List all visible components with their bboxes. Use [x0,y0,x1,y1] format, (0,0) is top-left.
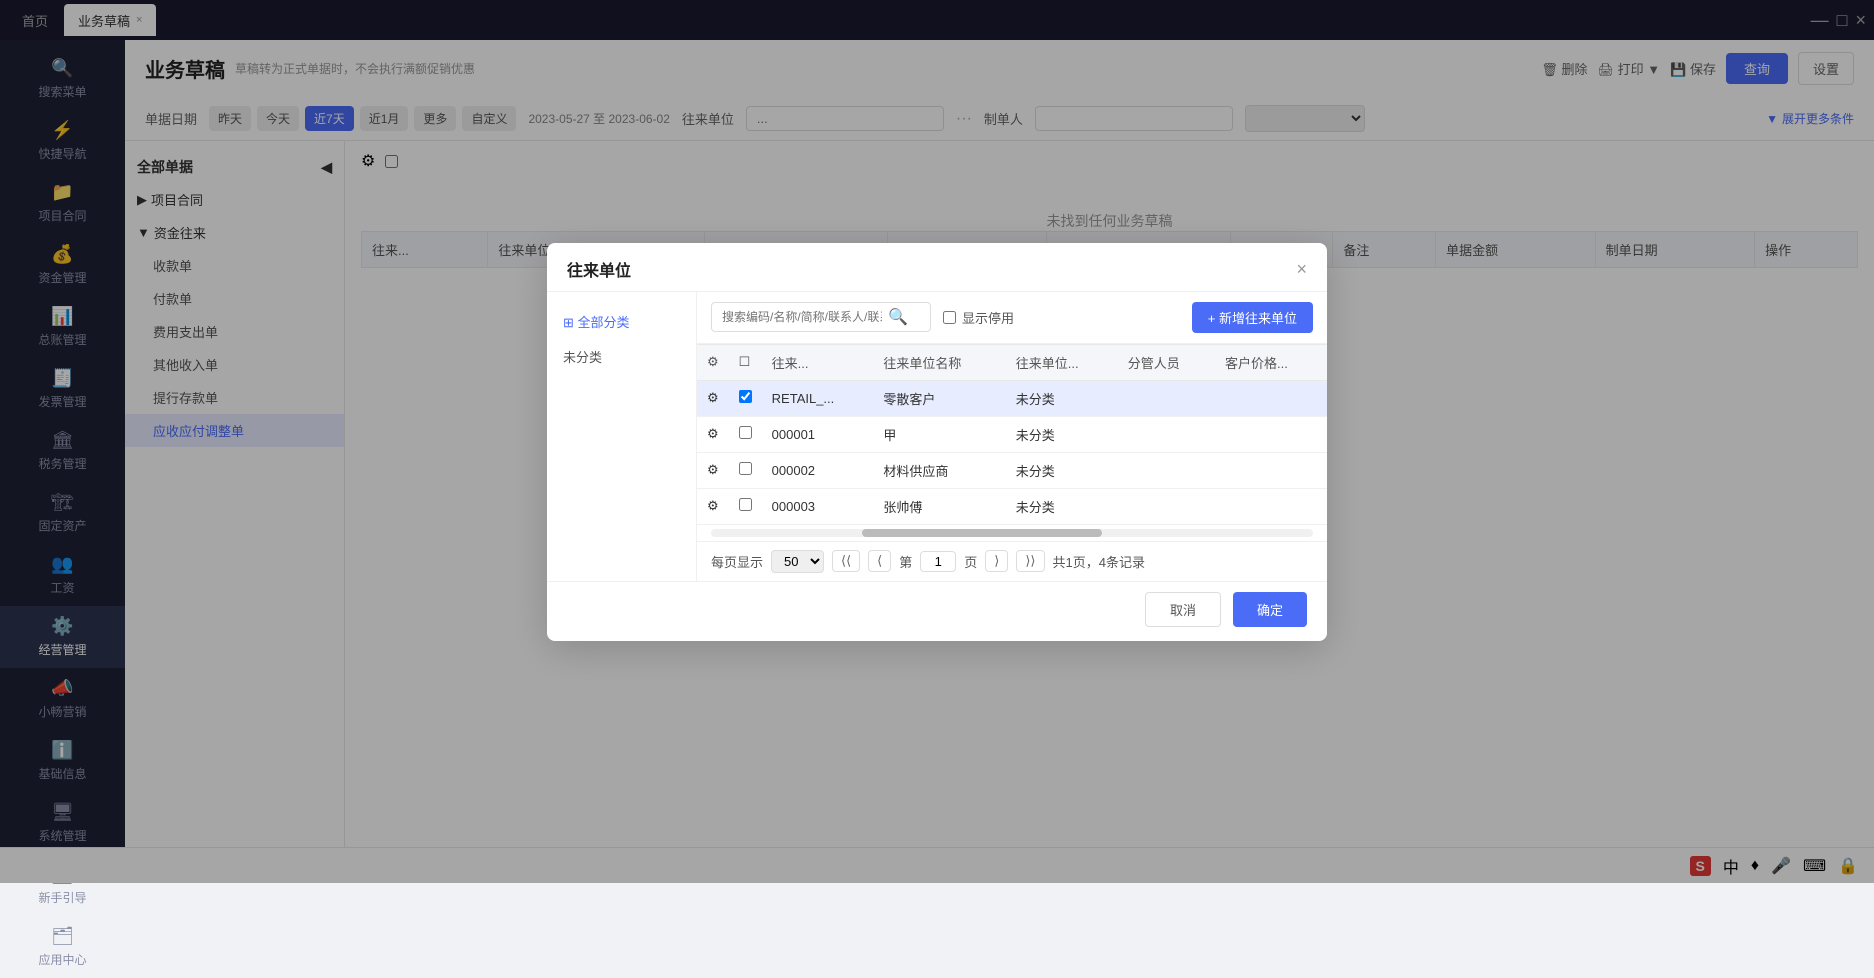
col-party-code: 往来... [762,344,874,380]
row-name: 张帅傅 [873,488,1005,524]
party-table: ⚙ ☐ 往来... 往来单位名称 往来单位... 分管人员 客户价格... ⚙ [697,344,1327,525]
app-center-icon: 🗂 [51,926,74,947]
sidebar-item-app-center[interactable]: 🗂 应用中心 [0,916,125,978]
row-settings[interactable]: ⚙ [697,452,729,488]
col-check: ☐ [729,344,762,380]
row-settings[interactable]: ⚙ [697,380,729,416]
cancel-button[interactable]: 取消 [1145,592,1221,627]
first-page-button[interactable]: ⟨⟨ [832,550,860,572]
col-party-manager: 分管人员 [1118,344,1215,380]
dialog-actions: 取消 确定 [547,581,1327,641]
dialog-right-panel: 🔍 显示停用 + 新增往来单位 ⚙ ☐ 往来... [697,292,1327,581]
row-name: 材料供应商 [873,452,1005,488]
row-code: RETAIL_... [762,380,874,416]
dialog-header: 往来单位 × [547,243,1327,292]
row-price [1215,380,1327,416]
row-name: 零散客户 [873,380,1005,416]
row-manager [1118,416,1215,452]
total-records: 共1页，4条记录 [1053,552,1145,571]
row-code: 000001 [762,416,874,452]
show-disabled-checkbox[interactable] [943,311,956,324]
row-checkbox[interactable] [729,488,762,524]
table-row[interactable]: ⚙ 000001 甲 未分类 [697,416,1327,452]
row-price [1215,452,1327,488]
show-disabled-label: 显示停用 [962,308,1014,327]
row-price [1215,488,1327,524]
row-manager [1118,452,1215,488]
add-party-button[interactable]: + 新增往来单位 [1192,302,1313,333]
next-page-button[interactable]: ⟩ [985,550,1008,572]
row-settings[interactable]: ⚙ [697,488,729,524]
dialog-toolbar: 🔍 显示停用 + 新增往来单位 [697,292,1327,344]
show-disabled-toggle: 显示停用 [943,308,1014,327]
modal-overlay: 往来单位 × ⊞ 全部分类 未分类 🔍 [0,0,1874,883]
dialog-table: ⚙ ☐ 往来... 往来单位名称 往来单位... 分管人员 客户价格... ⚙ [697,344,1327,525]
party-dialog: 往来单位 × ⊞ 全部分类 未分类 🔍 [547,243,1327,641]
row-manager [1118,380,1215,416]
row-settings[interactable]: ⚙ [697,416,729,452]
grid-icon: ⊞ [563,315,578,330]
search-icon: 🔍 [888,307,908,327]
row-category: 未分类 [1006,452,1118,488]
dialog-body: ⊞ 全部分类 未分类 🔍 显示停用 [547,292,1327,581]
pagination: 每页显示 50 ⟨⟨ ⟨ 第 页 ⟩ ⟩⟩ 共1页，4条记录 [697,541,1327,581]
dialog-left-all-category[interactable]: ⊞ 全部分类 [547,304,696,339]
search-input[interactable] [722,310,882,324]
page-input[interactable] [920,551,956,572]
dialog-left-panel: ⊞ 全部分类 未分类 [547,292,697,581]
sidebar-item-label: 应用中心 [38,951,86,968]
row-code: 000003 [762,488,874,524]
last-page-button[interactable]: ⟩⟩ [1016,550,1044,572]
confirm-button[interactable]: 确定 [1233,592,1307,627]
row-checkbox[interactable] [729,452,762,488]
row-name: 甲 [873,416,1005,452]
prev-page-button[interactable]: ⟨ [868,550,891,572]
per-page-select[interactable]: 50 [771,550,824,573]
search-box: 🔍 [711,302,931,332]
row-category: 未分类 [1006,380,1118,416]
per-page-label: 每页显示 [711,552,763,571]
row-price [1215,416,1327,452]
table-row[interactable]: ⚙ RETAIL_... 零散客户 未分类 [697,380,1327,416]
horizontal-scrollbar[interactable] [711,529,1313,537]
row-category: 未分类 [1006,416,1118,452]
col-party-category: 往来单位... [1006,344,1118,380]
sidebar-item-label: 新手引导 [38,889,86,906]
dialog-left-unclassified[interactable]: 未分类 [547,339,696,374]
row-category: 未分类 [1006,488,1118,524]
col-settings: ⚙ [697,344,729,380]
col-party-price: 客户价格... [1215,344,1327,380]
dialog-title: 往来单位 [567,257,631,281]
row-checkbox[interactable] [729,380,762,416]
row-code: 000002 [762,452,874,488]
row-checkbox[interactable] [729,416,762,452]
row-manager [1118,488,1215,524]
table-row[interactable]: ⚙ 000003 张帅傅 未分类 [697,488,1327,524]
page-label: 第 [899,552,912,571]
table-row[interactable]: ⚙ 000002 材料供应商 未分类 [697,452,1327,488]
dialog-close-button[interactable]: × [1296,260,1307,278]
page-suffix: 页 [964,552,977,571]
col-party-name: 往来单位名称 [873,344,1005,380]
scrollbar-thumb [862,529,1103,537]
